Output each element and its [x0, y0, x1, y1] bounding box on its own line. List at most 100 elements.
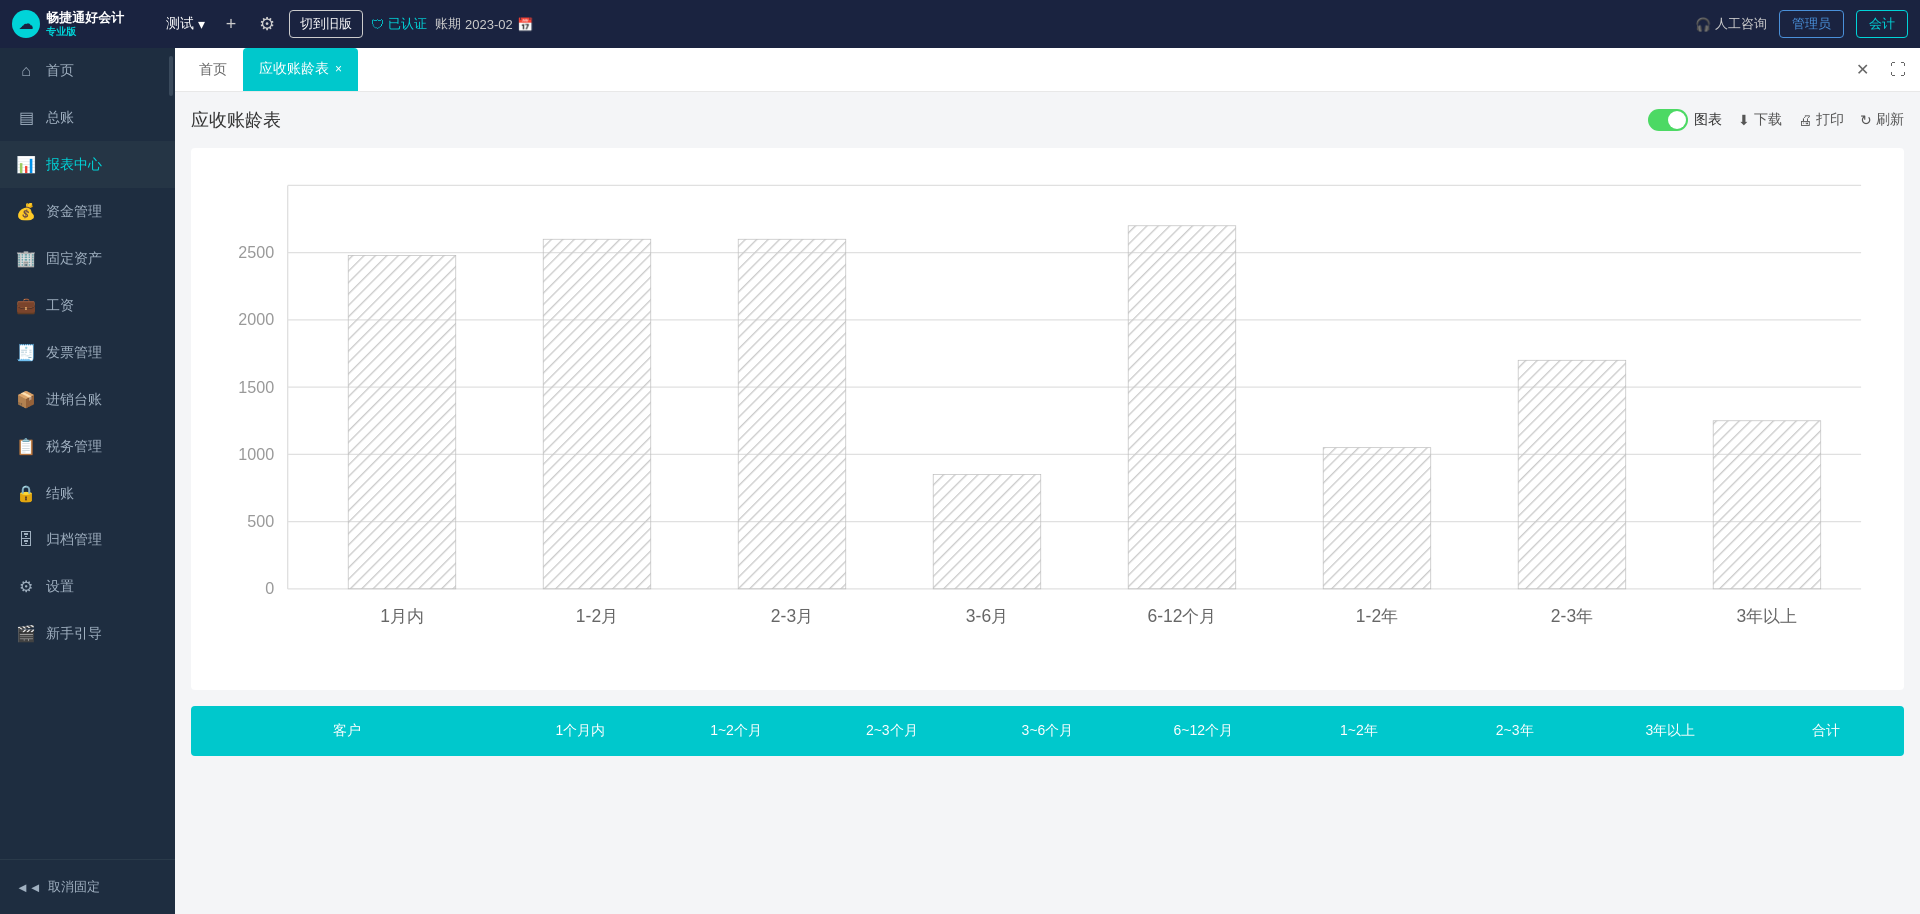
sidebar-item-label: 报表中心: [46, 156, 102, 174]
sidebar-item-label: 归档管理: [46, 531, 102, 549]
reports-icon: 📊: [16, 155, 36, 174]
sidebar-item-label: 结账: [46, 485, 74, 503]
svg-text:3年以上: 3年以上: [1737, 606, 1798, 626]
sidebar-item-invoice[interactable]: 🧾 发票管理: [0, 329, 175, 376]
switch-old-version-button[interactable]: 切到旧版: [289, 10, 363, 38]
page-title: 应收账龄表: [191, 108, 281, 132]
sidebar-item-label: 首页: [46, 62, 74, 80]
tab-ar-aging[interactable]: 应收账龄表 ×: [243, 48, 358, 91]
assets-icon: 🏢: [16, 249, 36, 268]
sidebar-item-label: 进销台账: [46, 391, 102, 409]
scrollbar-thumb: [169, 56, 173, 96]
settings-icon: ⚙: [16, 577, 36, 596]
sidebar-item-home[interactable]: ⌂ 首页: [0, 48, 175, 94]
svg-text:1-2月: 1-2月: [576, 606, 618, 626]
col-header-total: 合计: [1748, 706, 1904, 756]
svg-rect-27: [1518, 360, 1626, 589]
sidebar-item-label: 设置: [46, 578, 74, 596]
sidebar-item-funds[interactable]: 💰 资金管理: [0, 188, 175, 235]
sidebar-item-guide[interactable]: 🎬 新手引导: [0, 610, 175, 657]
closing-icon: 🔒: [16, 484, 36, 503]
col-header-1m: 1个月内: [502, 706, 658, 756]
sidebar-item-closing[interactable]: 🔒 结账: [0, 470, 175, 517]
refresh-icon: ↻: [1860, 112, 1872, 128]
refresh-button[interactable]: ↻ 刷新: [1860, 111, 1904, 129]
col-header-2-3m: 2~3个月: [814, 706, 970, 756]
topbar-right: 🎧 人工咨询 管理员 会计: [1695, 10, 1908, 38]
svg-rect-25: [1323, 448, 1431, 589]
tab-ar-aging-label: 应收账龄表: [259, 60, 329, 78]
sidebar-item-archive[interactable]: 🗄 归档管理: [0, 517, 175, 563]
svg-rect-17: [543, 239, 651, 589]
svg-text:500: 500: [247, 512, 274, 530]
svg-text:2500: 2500: [238, 243, 274, 261]
chevron-down-icon: ▾: [198, 16, 205, 32]
logo-text: 畅捷通好会计 专业版: [46, 10, 124, 38]
pin-icon: ◄◄: [16, 880, 42, 895]
print-icon: 🖨: [1798, 112, 1812, 128]
tab-close-icon[interactable]: ×: [335, 62, 342, 76]
settings-icon[interactable]: ⚙: [253, 10, 281, 38]
period-label: 账期: [435, 15, 461, 33]
svg-text:1000: 1000: [238, 445, 274, 463]
col-header-3-6m: 3~6个月: [970, 706, 1126, 756]
calendar-icon[interactable]: 📅: [517, 17, 533, 32]
tabbar-right: ✕ ⛶: [1848, 48, 1912, 91]
period-info: 账期 2023-02 📅: [435, 15, 533, 33]
expand-window-button[interactable]: ⛶: [1884, 56, 1912, 84]
download-icon: ⬇: [1738, 112, 1750, 128]
page-content: 应收账龄表 图表 ⬇ 下载 🖨 打印 ↻: [175, 92, 1920, 914]
logo-main: 畅捷通好会计: [46, 10, 124, 26]
inventory-icon: 📦: [16, 390, 36, 409]
table-header: 客户 1个月内 1~2个月 2~3个月 3~6个月 6~12个月 1~2年 2~…: [191, 706, 1904, 756]
col-header-1-2y: 1~2年: [1281, 706, 1437, 756]
sidebar-item-label: 工资: [46, 297, 74, 315]
table-container: 客户 1个月内 1~2个月 2~3个月 3~6个月 6~12个月 1~2年 2~…: [191, 706, 1904, 756]
sidebar-item-assets[interactable]: 🏢 固定资产: [0, 235, 175, 282]
col-header-1-2m: 1~2个月: [658, 706, 814, 756]
chart-toggle-switch[interactable]: [1648, 109, 1688, 131]
consult-button[interactable]: 🎧 人工咨询: [1695, 15, 1767, 33]
col-header-6-12m: 6~12个月: [1125, 706, 1281, 756]
svg-text:2000: 2000: [238, 310, 274, 328]
sidebar-item-settings[interactable]: ⚙ 设置: [0, 563, 175, 610]
svg-text:6-12个月: 6-12个月: [1147, 606, 1216, 626]
certified-badge: 🛡 已认证: [371, 15, 427, 33]
accountant-button[interactable]: 会计: [1856, 10, 1908, 38]
topbar: ☁ 畅捷通好会计 专业版 测试 ▾ + ⚙ 切到旧版 🛡 已认证 账期 2023…: [0, 0, 1920, 48]
page-header: 应收账龄表 图表 ⬇ 下载 🖨 打印 ↻: [191, 108, 1904, 132]
sidebar-item-ledger[interactable]: ▤ 总账: [0, 94, 175, 141]
topbar-actions: + ⚙ 切到旧版: [217, 10, 363, 38]
svg-text:1月内: 1月内: [380, 606, 424, 626]
svg-text:2-3月: 2-3月: [771, 606, 813, 626]
archive-icon: 🗄: [16, 531, 36, 549]
logo-sub: 专业版: [46, 26, 124, 38]
col-header-3y-plus: 3年以上: [1593, 706, 1749, 756]
svg-rect-29: [1713, 421, 1821, 589]
sidebar-item-inventory[interactable]: 📦 进销台账: [0, 376, 175, 423]
sidebar-item-reports[interactable]: 📊 报表中心: [0, 141, 175, 188]
sidebar-item-label: 发票管理: [46, 344, 102, 362]
print-button[interactable]: 🖨 打印: [1798, 111, 1844, 129]
add-button[interactable]: +: [217, 10, 245, 38]
col-header-2-3y: 2~3年: [1437, 706, 1593, 756]
sidebar-item-tax[interactable]: 📋 税务管理: [0, 423, 175, 470]
funds-icon: 💰: [16, 202, 36, 221]
chart-toggle: 图表: [1648, 109, 1722, 131]
close-window-button[interactable]: ✕: [1848, 56, 1876, 84]
shield-icon: 🛡: [371, 17, 384, 32]
tab-home[interactable]: 首页: [183, 48, 243, 91]
download-button[interactable]: ⬇ 下载: [1738, 111, 1782, 129]
sidebar-item-label: 资金管理: [46, 203, 102, 221]
content-area: 首页 应收账龄表 × ✕ ⛶ 应收账龄表 图表: [175, 48, 1920, 914]
sidebar-item-payroll[interactable]: 💼 工资: [0, 282, 175, 329]
home-icon: ⌂: [16, 62, 36, 80]
cancel-fixed-button[interactable]: ◄◄ 取消固定: [0, 868, 175, 906]
col-header-customer: 客户: [191, 706, 502, 756]
sidebar-scrollbar[interactable]: [167, 48, 175, 874]
svg-rect-23: [1128, 226, 1236, 589]
bar-chart: 0 500 1000 1500 2000 2500 1月内: [207, 172, 1888, 670]
company-selector[interactable]: 测试 ▾: [166, 15, 205, 33]
svg-rect-19: [738, 239, 846, 589]
admin-button[interactable]: 管理员: [1779, 10, 1844, 38]
